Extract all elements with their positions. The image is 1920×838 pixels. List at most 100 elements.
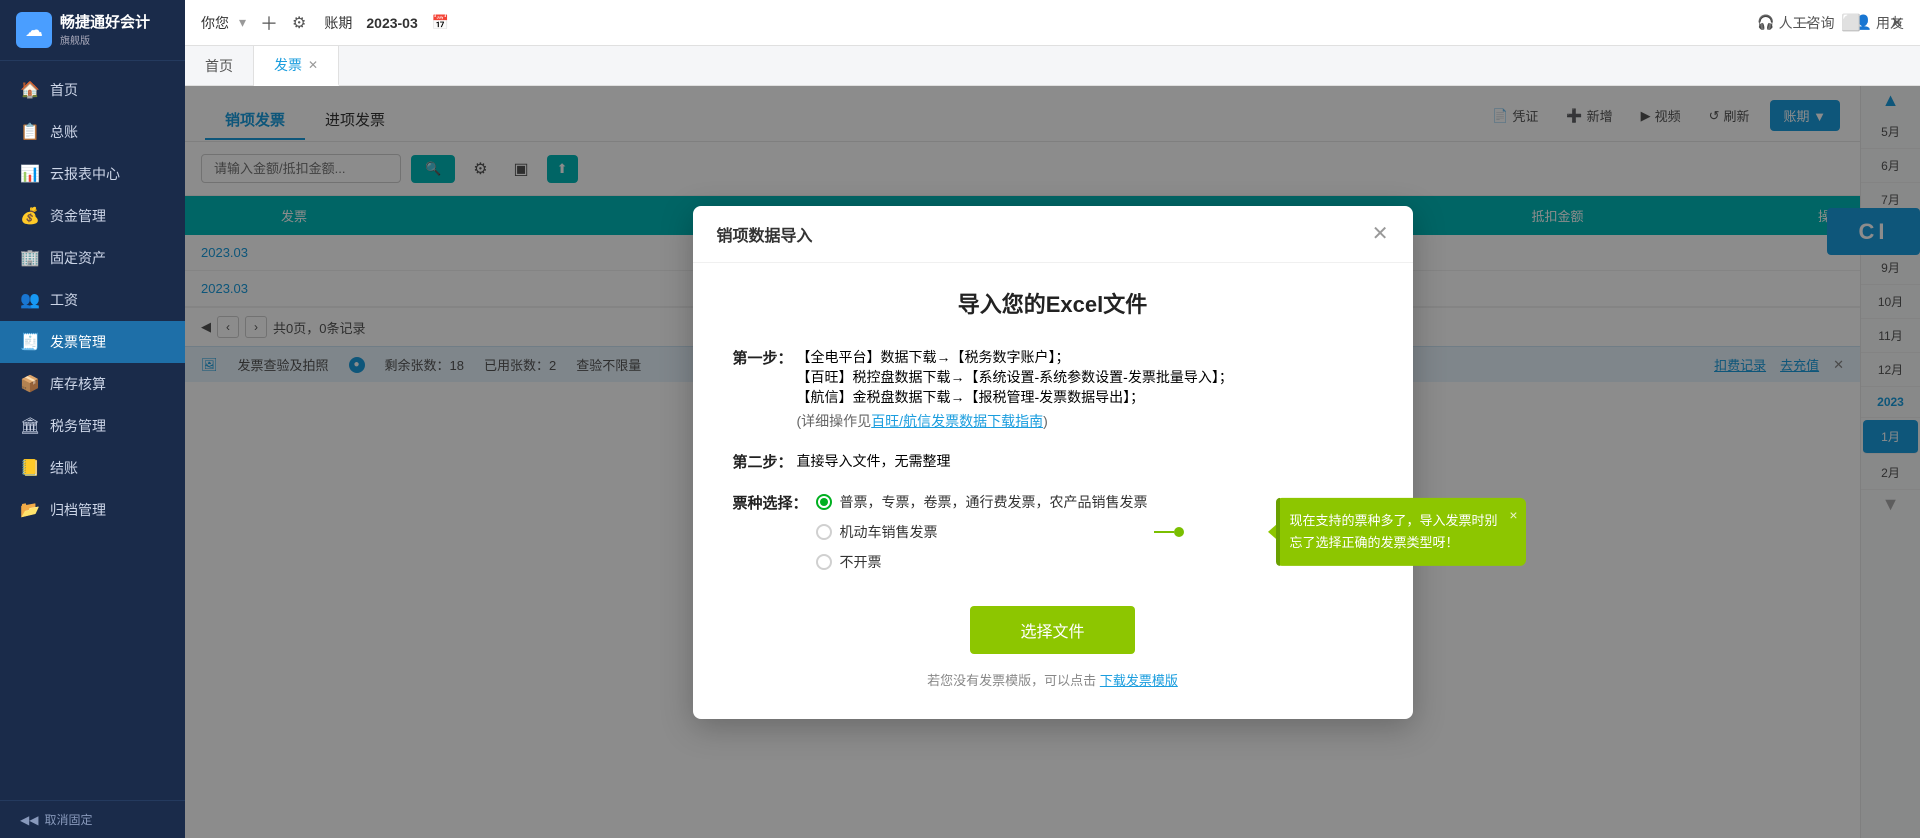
radio-motor-unchecked[interactable] — [816, 524, 832, 540]
add-tab-button[interactable]: ＋ — [260, 10, 278, 36]
tab-home-label: 首页 — [205, 56, 233, 76]
period-value: 2023-03 — [366, 15, 417, 31]
sidebar-label-invoice: 发票管理 — [50, 332, 106, 352]
maximize-button[interactable]: ⬜ — [1828, 0, 1874, 46]
sidebar-label-assets: 固定资产 — [50, 248, 106, 268]
sidebar-label-inventory: 库存核算 — [50, 374, 106, 394]
step1-line3: 【航信】金税盘数据下载→【报税管理-发票数据导出】； — [797, 387, 1233, 407]
logo-name: 畅捷通好会计 — [60, 14, 150, 32]
funds-icon: 💰 — [20, 206, 40, 226]
topbar: 你您 ▾ ＋ ⚙ 账期 2023-03 📅 🎧 人工咨询 👤 用友 — ⬜ — [185, 0, 1920, 46]
tooltip-arrow — [1268, 525, 1276, 539]
sidebar-item-ledger[interactable]: 📋 总账 — [0, 111, 185, 153]
main-area: 你您 ▾ ＋ ⚙ 账期 2023-03 📅 🎧 人工咨询 👤 用友 — ⬜ — [185, 0, 1920, 838]
modal-body: 导入您的Excel文件 第一步： 【全电平台】数据下载→【税务数字账户】； 【百… — [693, 263, 1413, 719]
tooltip-bubble: 现在支持的票种多了，导入发票时别忘了选择正确的发票类型呀！ × — [1276, 497, 1526, 565]
tooltip-connector-line — [1154, 531, 1174, 533]
home-icon: 🏠 — [20, 80, 40, 100]
radio-option-1: 普票，专票，卷票，通行费发票，农产品销售发票 — [816, 492, 1148, 512]
radio-option-3: 不开票 — [816, 552, 1148, 572]
tab-home[interactable]: 首页 — [185, 46, 254, 86]
settings-icon[interactable]: ⚙ — [292, 13, 306, 33]
step1-block: 第一步： 【全电平台】数据下载→【税务数字账户】； 【百旺】税控盘数据下载→【系… — [733, 347, 1373, 431]
reports-icon: 📊 — [20, 164, 40, 184]
invoice-icon: 🧾 — [20, 332, 40, 352]
radio-noinvoice-unchecked[interactable] — [816, 554, 832, 570]
sidebar: ☁ 畅捷通好会计 旗舰版 🏠 首页 📋 总账 📊 云报表中心 💰 资金管 — [0, 0, 185, 838]
sidebar-item-invoice[interactable]: 🧾 发票管理 — [0, 321, 185, 363]
radio-label-motor: 机动车销售发票 — [840, 522, 938, 542]
guide-link[interactable]: 百旺/航信发票数据下载指南 — [871, 413, 1043, 429]
close-period-icon: 📒 — [20, 458, 40, 478]
radio-option-2: 机动车销售发票 现在支持的票种多了，导入发票 — [816, 522, 1148, 542]
archive-icon: 📂 — [20, 500, 40, 520]
sidebar-item-payroll[interactable]: 👥 工资 — [0, 279, 185, 321]
radio-group: 普票，专票，卷票，通行费发票，农产品销售发票 机动车销售发票 — [808, 492, 1148, 582]
sidebar-label-funds: 资金管理 — [50, 206, 106, 226]
radio-label-noinvoice: 不开票 — [840, 552, 882, 572]
calendar-icon[interactable]: 📅 — [432, 14, 449, 31]
logo-icon: ☁ — [16, 12, 52, 48]
content-area: 销项发票 进项发票 📄 凭证 ➕ 新增 ▶ 视频 — [185, 86, 1920, 838]
tooltip-side-bar — [1276, 497, 1280, 565]
inventory-icon: 📦 — [20, 374, 40, 394]
modal-title: 销项数据导入 — [717, 222, 813, 246]
window-controls: — ⬜ ✕ — [1782, 0, 1920, 46]
sidebar-item-assets[interactable]: 🏢 固定资产 — [0, 237, 185, 279]
tooltip-connector-dot — [1174, 527, 1184, 537]
sidebar-label-close: 结账 — [50, 458, 78, 478]
headset-icon: 🎧 — [1757, 14, 1774, 31]
tab-invoice-label: 发票 — [274, 55, 302, 75]
select-file-button[interactable]: 选择文件 — [970, 606, 1134, 654]
period-label: 账期 — [324, 13, 352, 33]
sidebar-item-reports[interactable]: 📊 云报表中心 — [0, 153, 185, 195]
sidebar-label-archive: 归档管理 — [50, 500, 106, 520]
step1-link: (详细操作见百旺/航信发票数据下载指南) — [797, 411, 1233, 431]
sidebar-item-funds[interactable]: 💰 资金管理 — [0, 195, 185, 237]
step1-line2: 【百旺】税控盘数据下载→【系统设置-系统参数设置-发票批量导入】； — [797, 367, 1233, 387]
sidebar-label-tax: 税务管理 — [50, 416, 106, 436]
modal-overlay: 销项数据导入 ✕ 导入您的Excel文件 第一步： 【全电平台】数据下载→【税务… — [185, 86, 1920, 838]
modal-footer: 若您没有发票模版，可以点击 下载发票模版 — [733, 670, 1373, 689]
logo-area: ☁ 畅捷通好会计 旗舰版 — [0, 0, 185, 61]
sidebar-nav: 🏠 首页 📋 总账 📊 云报表中心 💰 资金管理 🏢 固定资产 👥 工资 — [0, 61, 185, 800]
sidebar-label-payroll: 工资 — [50, 290, 78, 310]
unpin-label: 取消固定 — [44, 811, 92, 828]
company-dropdown-icon[interactable]: ▾ — [239, 14, 246, 31]
sidebar-label-reports: 云报表中心 — [50, 164, 120, 184]
ticket-label: 票种选择： — [733, 492, 808, 513]
sidebar-label-ledger: 总账 — [50, 122, 78, 142]
download-template-link[interactable]: 下载发票模版 — [1100, 673, 1178, 688]
radio-label-general: 普票，专票，卷票，通行费发票，农产品销售发票 — [840, 492, 1148, 512]
tab-invoice[interactable]: 发票 ✕ — [254, 46, 339, 86]
step2-label: 第二步： — [733, 451, 793, 472]
sidebar-bottom-action[interactable]: ◀◀ 取消固定 — [0, 800, 185, 838]
sidebar-item-home[interactable]: 🏠 首页 — [0, 69, 185, 111]
logo-badge: 旗舰版 — [60, 32, 150, 47]
tab-bar: 首页 发票 ✕ — [185, 46, 1920, 86]
close-window-button[interactable]: ✕ — [1874, 0, 1920, 46]
tab-close-icon[interactable]: ✕ — [308, 58, 318, 72]
ledger-icon: 📋 — [20, 122, 40, 142]
assets-icon: 🏢 — [20, 248, 40, 268]
radio-general-checked[interactable] — [816, 494, 832, 510]
company-selector[interactable]: 你您 — [201, 13, 229, 33]
sidebar-item-close[interactable]: 📒 结账 — [0, 447, 185, 489]
payroll-icon: 👥 — [20, 290, 40, 310]
minimize-button[interactable]: — — [1782, 0, 1828, 46]
sidebar-item-inventory[interactable]: 📦 库存核算 — [0, 363, 185, 405]
sidebar-label-home: 首页 — [50, 80, 78, 100]
modal-close-button[interactable]: ✕ — [1372, 224, 1389, 244]
tooltip-close-button[interactable]: × — [1509, 503, 1517, 527]
modal-main-title: 导入您的Excel文件 — [733, 287, 1373, 319]
sidebar-item-archive[interactable]: 📂 归档管理 — [0, 489, 185, 531]
step1-label: 第一步： — [733, 347, 793, 431]
step1-line1: 【全电平台】数据下载→【税务数字账户】； — [797, 347, 1233, 367]
step2-text: 直接导入文件，无需整理 — [797, 451, 951, 472]
import-modal: 销项数据导入 ✕ 导入您的Excel文件 第一步： 【全电平台】数据下载→【税务… — [693, 206, 1413, 719]
pin-icon: ◀◀ — [20, 813, 38, 827]
modal-header: 销项数据导入 ✕ — [693, 206, 1413, 263]
sidebar-item-tax[interactable]: 🏛 税务管理 — [0, 405, 185, 447]
step2-block: 第二步： 直接导入文件，无需整理 — [733, 451, 1373, 472]
tooltip-text: 现在支持的票种多了，导入发票时别忘了选择正确的发票类型呀！ — [1290, 512, 1498, 549]
